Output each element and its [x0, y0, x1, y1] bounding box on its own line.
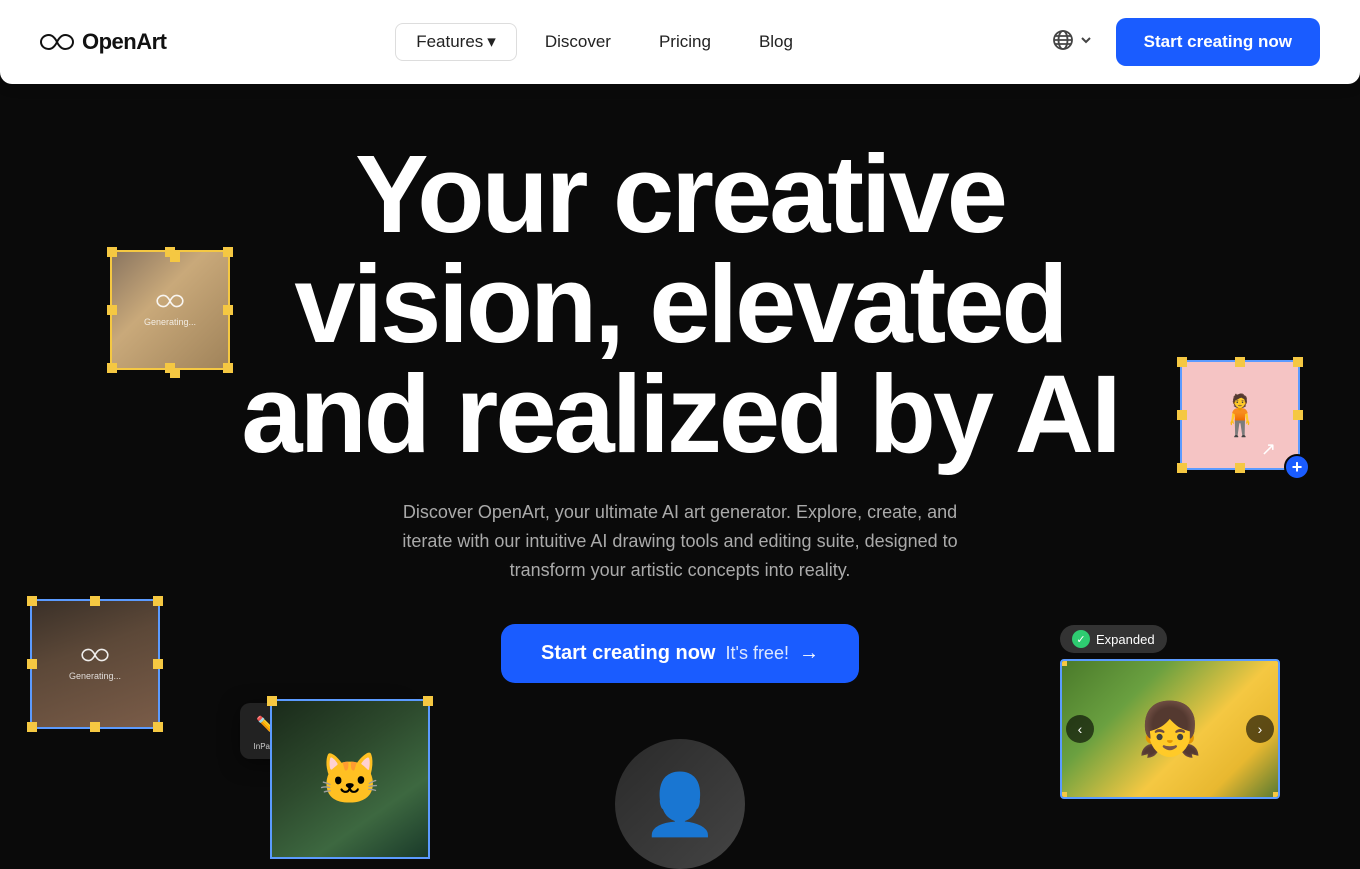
logo-text: OpenArt — [82, 29, 167, 55]
expanded-image-container: 👧 ‹ › — [1060, 659, 1280, 799]
logo-link[interactable]: OpenArt — [40, 29, 167, 55]
selection-handle-mr — [223, 305, 233, 315]
girl-character-icon: 👧 — [1138, 699, 1203, 760]
nav-links: Features ▾ Discover Pricing Blog — [395, 23, 813, 61]
expanded-handle-bl — [1060, 792, 1067, 799]
expanded-handle-tr — [1273, 659, 1280, 666]
char-handle-tm — [1235, 357, 1245, 367]
selection-handle-ml — [107, 305, 117, 315]
portrait-handle-tl — [27, 596, 37, 606]
chevron-down-icon: ▾ — [487, 32, 496, 52]
selection-handle-bl — [107, 363, 117, 373]
float-character-top: 🧍 ↗ + — [1180, 360, 1300, 470]
portrait-handle-tr — [153, 596, 163, 606]
language-selector[interactable] — [1042, 23, 1104, 62]
add-element-button[interactable]: + — [1284, 454, 1310, 480]
cat-bottom-handle-tr — [423, 696, 433, 706]
portrait-handle-bl — [27, 722, 37, 732]
discover-nav-link[interactable]: Discover — [525, 24, 631, 60]
portrait-handle-ml — [27, 659, 37, 669]
selection-handle-tr — [223, 247, 233, 257]
float-portrait-generating: Generating... — [30, 599, 160, 729]
float-avatar: 👤 — [615, 739, 745, 869]
globe-icon — [1052, 29, 1074, 56]
expanded-badge: ✓ Expanded — [1060, 625, 1167, 653]
cat-image-bottom: 🐱 — [272, 701, 428, 857]
expanded-handle-tl — [1060, 659, 1067, 666]
lang-chevron-icon — [1078, 32, 1094, 53]
expanded-handle-br — [1273, 792, 1280, 799]
hero-subtitle: Discover OpenArt, your ultimate AI art g… — [380, 498, 980, 584]
char-handle-bm — [1235, 463, 1245, 473]
char-handle-ml — [1177, 410, 1187, 420]
char-handle-bl — [1177, 463, 1187, 473]
nav-right: Start creating now — [1042, 18, 1320, 66]
navbar: OpenArt Features ▾ Discover Pricing Blog — [0, 0, 1360, 84]
cat-image-placeholder: Generating... — [112, 252, 228, 368]
expanded-prev-button[interactable]: ‹ — [1066, 715, 1094, 743]
hero-cta-button[interactable]: Start creating now It's free! → — [501, 624, 859, 683]
selection-handle-tl — [107, 247, 117, 257]
char-handle-tr — [1293, 357, 1303, 367]
pricing-nav-link[interactable]: Pricing — [639, 24, 731, 60]
selection-handle-bm — [165, 363, 175, 373]
selection-handle-br — [223, 363, 233, 373]
selection-handle-tm — [165, 247, 175, 257]
portrait-image: Generating... — [32, 601, 158, 727]
cat-emoji-icon: 🐱 — [319, 750, 381, 809]
features-nav-link[interactable]: Features ▾ — [395, 23, 517, 61]
portrait-handle-br — [153, 722, 163, 732]
check-icon: ✓ — [1072, 630, 1090, 648]
char-handle-mr — [1293, 410, 1303, 420]
cursor-arrow-icon: ↗ — [1261, 439, 1276, 460]
portrait-handle-bm — [90, 722, 100, 732]
character-3d-icon: 🧍 — [1215, 392, 1265, 439]
expanded-next-button[interactable]: › — [1246, 715, 1274, 743]
blog-nav-link[interactable]: Blog — [739, 24, 813, 60]
float-cat-generating: Generating... — [110, 250, 230, 370]
float-cat-edit: 🐱 — [270, 699, 430, 859]
hero-section: Your creative vision, elevated and reali… — [0, 0, 1360, 859]
hero-title: Your creative vision, elevated and reali… — [230, 140, 1130, 470]
portrait-handle-mr — [153, 659, 163, 669]
avatar-emoji: 👤 — [643, 769, 718, 840]
cat-bottom-handle-tl — [267, 696, 277, 706]
char-handle-tl — [1177, 357, 1187, 367]
generating-label-top: Generating... — [144, 317, 196, 327]
generating-label-portrait: Generating... — [69, 671, 121, 681]
float-expanded-image: ✓ Expanded 👧 ‹ › — [1060, 625, 1280, 799]
portrait-handle-tm — [90, 596, 100, 606]
nav-start-button[interactable]: Start creating now — [1116, 18, 1320, 66]
